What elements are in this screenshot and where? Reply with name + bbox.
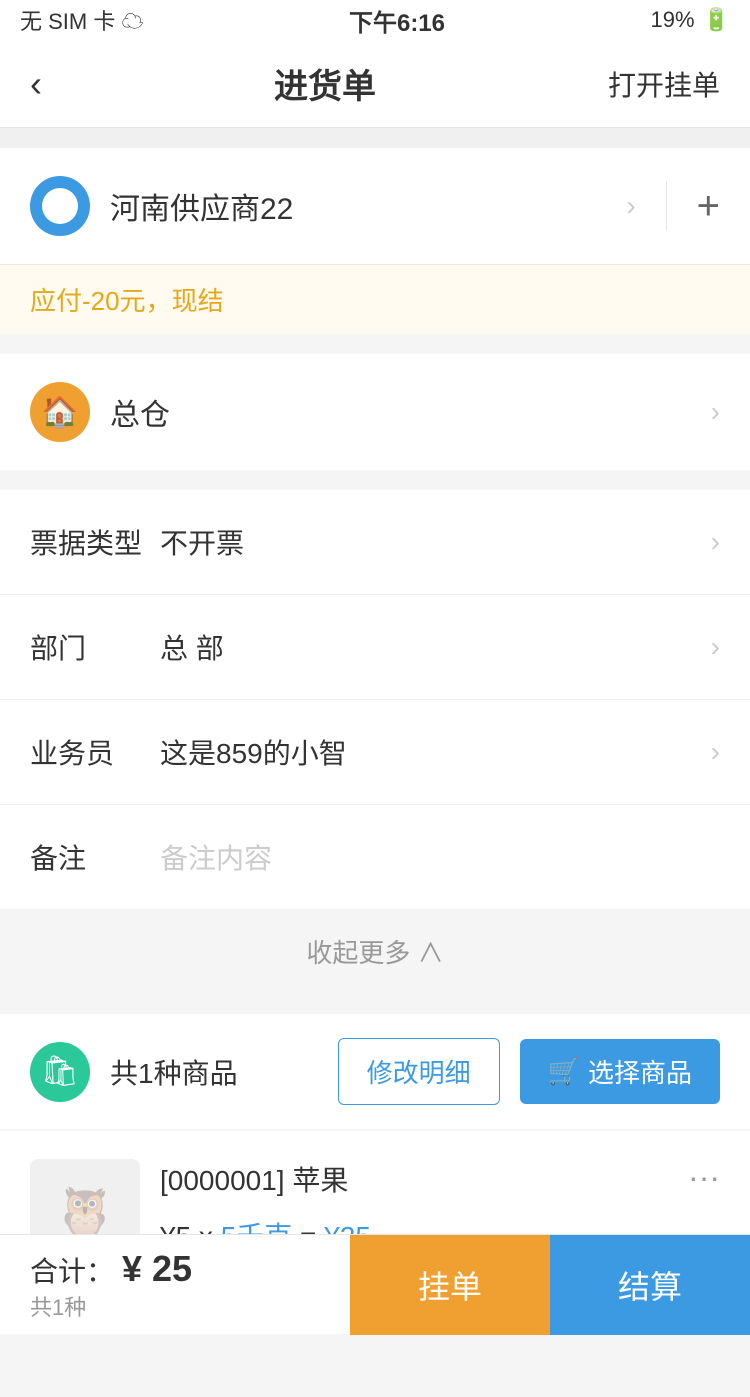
sim-label: 无 SIM 卡 ☁ [20, 4, 143, 36]
hang-button[interactable]: 挂单 [350, 1235, 550, 1335]
supplier-row[interactable]: 河南供应商22 › + [0, 148, 750, 264]
total-amount: ¥ 25 [122, 1248, 192, 1290]
supplier-section: 河南供应商22 › + 应付-20元，现结 [0, 148, 750, 334]
collapse-button[interactable]: 收起更多 ∧ [0, 909, 750, 994]
product-icon: 🛍 [30, 1042, 90, 1102]
bottom-bar: 合计： ¥ 25 共1种 挂单 结算 [0, 1234, 750, 1334]
status-time: 下午6:16 [349, 3, 445, 38]
add-supplier-button[interactable]: + [697, 184, 720, 229]
salesperson-chevron-icon: › [711, 736, 720, 768]
product-count: 共1种商品 [110, 1052, 318, 1092]
warehouse-chevron-icon: › [711, 396, 720, 428]
status-left: 无 SIM 卡 ☁ [20, 4, 143, 36]
page-title: 进货单 [274, 59, 376, 108]
supplier-right-actions: › + [626, 181, 720, 231]
product-more-button[interactable]: ··· [688, 1159, 720, 1196]
back-button[interactable]: ‹ [30, 63, 42, 105]
section-gap-1 [0, 128, 750, 148]
dept-chevron-icon: › [711, 631, 720, 663]
supplier-avatar [30, 176, 90, 236]
modify-detail-button[interactable]: 修改明细 [338, 1038, 500, 1105]
remark-input[interactable]: 备注内容 [160, 837, 720, 877]
product-title: 苹果 [292, 1165, 348, 1196]
total-main: 合计： ¥ 25 [30, 1248, 320, 1290]
remark-row[interactable]: 备注 备注内容 [0, 805, 750, 909]
select-product-icon: 🛒 [548, 1056, 580, 1087]
payment-hint: 应付-20元，现结 [0, 264, 750, 334]
salesperson-row[interactable]: 业务员 这是859的小智 › [0, 700, 750, 805]
bag-icon: 🛍 [41, 1054, 79, 1089]
dept-label: 部门 [30, 627, 160, 667]
total-section: 合计： ¥ 25 共1种 [0, 1248, 350, 1322]
warehouse-icon: 🏠 [30, 382, 90, 442]
invoice-value: 不开票 [160, 522, 711, 562]
warehouse-label: 总仓 [110, 390, 711, 434]
nav-bar: ‹ 进货单 打开挂单 [0, 40, 750, 128]
invoice-chevron-icon: › [711, 526, 720, 558]
battery-label: 19% [651, 7, 695, 33]
invoice-label: 票据类型 [30, 522, 160, 562]
remark-label: 备注 [30, 837, 160, 877]
salesperson-label: 业务员 [30, 732, 160, 772]
checkout-button[interactable]: 结算 [550, 1235, 750, 1335]
invoice-row[interactable]: 票据类型 不开票 › [0, 490, 750, 595]
home-icon: 🏠 [41, 395, 78, 430]
avatar-person-icon [42, 188, 78, 224]
form-section: 票据类型 不开票 › 部门 总 部 › 业务员 这是859的小智 › 备注 备注… [0, 490, 750, 909]
product-header: 🛍 共1种商品 修改明细 🛒 选择商品 [0, 1014, 750, 1129]
status-right: 19% 🔋 [651, 7, 730, 33]
open-hang-button[interactable]: 打开挂单 [608, 64, 720, 104]
salesperson-value: 这是859的小智 [160, 732, 711, 772]
product-code: [0000001] [160, 1165, 292, 1196]
supplier-chevron-icon: › [626, 190, 635, 222]
battery-icon: 🔋 [703, 7, 730, 33]
supplier-divider [666, 181, 667, 231]
select-product-label: 选择商品 [588, 1053, 692, 1090]
dept-value: 总 部 [160, 627, 711, 667]
total-label: 合计： [30, 1250, 114, 1290]
warehouse-row[interactable]: 🏠 总仓 › [0, 354, 750, 470]
product-name: [0000001] 苹果 [160, 1159, 668, 1199]
select-product-button[interactable]: 🛒 选择商品 [520, 1039, 720, 1104]
dept-row[interactable]: 部门 总 部 › [0, 595, 750, 700]
supplier-name: 河南供应商22 [110, 184, 626, 228]
status-bar: 无 SIM 卡 ☁ 下午6:16 19% 🔋 [0, 0, 750, 40]
total-sub: 共1种 [30, 1290, 320, 1322]
